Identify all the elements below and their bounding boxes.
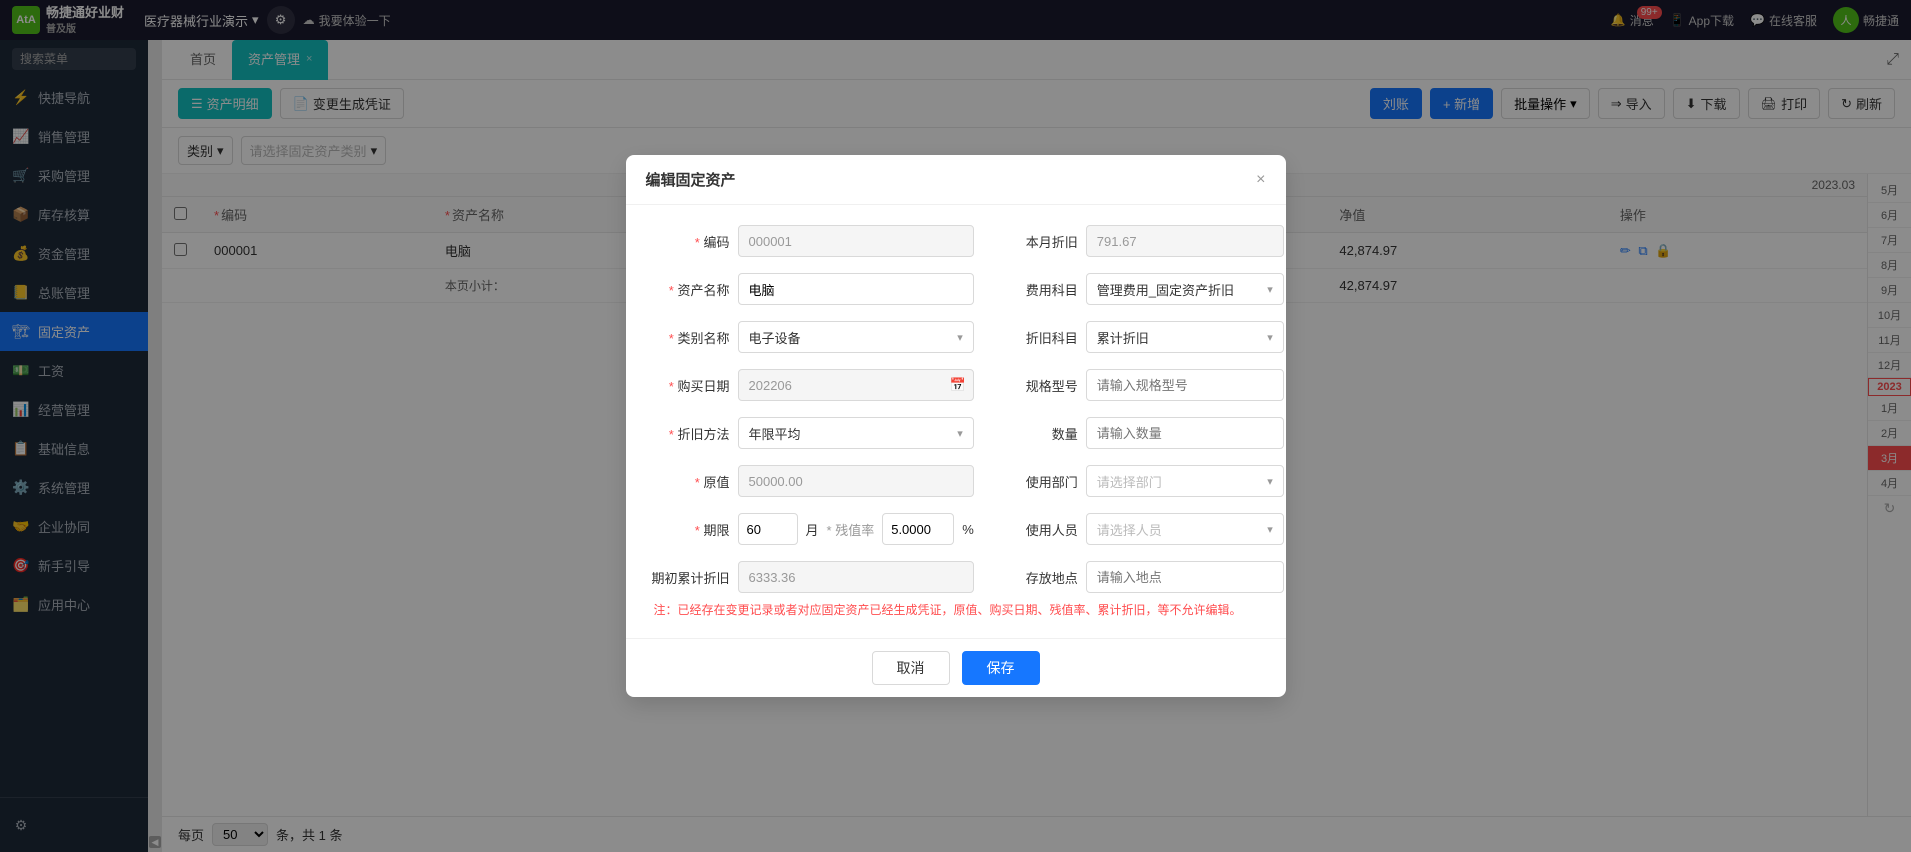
form-item-original-value: * 原值 xyxy=(650,465,974,497)
period-unit: 月 xyxy=(806,520,819,539)
category-chevron-icon: ▾ xyxy=(957,331,963,344)
period-row: 月 * 残值率 % xyxy=(738,513,974,545)
cancel-button[interactable]: 取消 xyxy=(872,651,950,685)
edit-asset-modal: 编辑固定资产 × * 编码 本月折旧 * 资产名称 xyxy=(626,155,1286,697)
form-item-user: 使用人员 请选择人员 ▾ xyxy=(998,513,1284,545)
form-item-purchase-date: * 购买日期 📅 xyxy=(650,369,974,401)
save-button[interactable]: 保存 xyxy=(962,651,1040,685)
residual-rate-unit: % xyxy=(962,522,974,537)
user-chevron-icon: ▾ xyxy=(1267,523,1273,536)
quantity-label: 数量 xyxy=(998,424,1078,443)
spec-input[interactable] xyxy=(1086,369,1284,401)
original-value-label: * 原值 xyxy=(650,472,730,491)
dept-label: 使用部门 xyxy=(998,472,1078,491)
period-input[interactable] xyxy=(738,513,798,545)
dept-placeholder: 请选择部门 xyxy=(1097,472,1162,491)
monthly-dep-label: 本月折旧 xyxy=(998,232,1078,251)
name-label: * 资产名称 xyxy=(650,280,730,299)
calendar-icon[interactable]: 📅 xyxy=(950,377,966,393)
modal-body: * 编码 本月折旧 * 资产名称 费用科目 管理费用_固定资产折旧 ▾ xyxy=(626,205,1286,638)
form-item-code: * 编码 xyxy=(650,225,974,257)
spec-label: 规格型号 xyxy=(998,376,1078,395)
monthly-dep-input xyxy=(1086,225,1284,257)
name-input[interactable] xyxy=(738,273,974,305)
form-item-name: * 资产名称 xyxy=(650,273,974,305)
purchase-date-input[interactable] xyxy=(738,369,974,401)
dept-select[interactable]: 请选择部门 ▾ xyxy=(1086,465,1284,497)
code-label: * 编码 xyxy=(650,232,730,251)
quantity-input[interactable] xyxy=(1086,417,1284,449)
user-placeholder: 请选择人员 xyxy=(1097,520,1162,539)
form-item-dept: 使用部门 请选择部门 ▾ xyxy=(998,465,1284,497)
residual-rate-label: * 残值率 xyxy=(827,520,875,539)
modal-overlay: 编辑固定资产 × * 编码 本月折旧 * 资产名称 xyxy=(0,0,1911,852)
user-select[interactable]: 请选择人员 ▾ xyxy=(1086,513,1284,545)
dep-account-chevron-icon: ▾ xyxy=(1267,331,1273,344)
form-item-init-dep: 期初累计折旧 xyxy=(650,561,974,593)
form-item-dep-method: * 折旧方法 年限平均 ▾ xyxy=(650,417,974,449)
modal-footer: 取消 保存 xyxy=(626,638,1286,697)
form-item-quantity: 数量 xyxy=(998,417,1284,449)
modal-note: 注：已经存在变更记录或者对应固定资产已经生成凭证，原值、购买日期、残值率、累计折… xyxy=(650,601,1262,618)
category-form-label: * 类别名称 xyxy=(650,328,730,347)
expense-chevron-icon: ▾ xyxy=(1267,283,1273,296)
modal-close-button[interactable]: × xyxy=(1256,171,1265,189)
user-label: 使用人员 xyxy=(998,520,1078,539)
category-value: 电子设备 xyxy=(749,328,801,347)
init-dep-label: 期初累计折旧 xyxy=(650,568,730,587)
expense-account-select[interactable]: 管理费用_固定资产折旧 ▾ xyxy=(1086,273,1284,305)
modal-header: 编辑固定资产 × xyxy=(626,155,1286,205)
residual-rate-input[interactable] xyxy=(882,513,954,545)
dep-account-value: 累计折旧 xyxy=(1097,328,1149,347)
location-label: 存放地点 xyxy=(998,568,1078,587)
form-item-period: * 期限 月 * 残值率 % xyxy=(650,513,974,545)
expense-account-label: 费用科目 xyxy=(998,280,1078,299)
dep-method-chevron-icon: ▾ xyxy=(957,427,963,440)
location-input[interactable] xyxy=(1086,561,1284,593)
purchase-date-label: * 购买日期 xyxy=(650,376,730,395)
form-item-spec: 规格型号 xyxy=(998,369,1284,401)
form-item-location: 存放地点 xyxy=(998,561,1284,593)
modal-title: 编辑固定资产 xyxy=(646,169,736,190)
form-item-monthly-dep: 本月折旧 xyxy=(998,225,1284,257)
expense-account-value: 管理费用_固定资产折旧 xyxy=(1097,280,1234,299)
form-item-dep-account: 折旧科目 累计折旧 ▾ xyxy=(998,321,1284,353)
form-item-expense-account: 费用科目 管理费用_固定资产折旧 ▾ xyxy=(998,273,1284,305)
purchase-date-wrap: 📅 xyxy=(738,369,974,401)
form-grid: * 编码 本月折旧 * 资产名称 费用科目 管理费用_固定资产折旧 ▾ xyxy=(650,225,1262,593)
code-input[interactable] xyxy=(738,225,974,257)
period-label: * 期限 xyxy=(650,520,730,539)
dept-chevron-icon: ▾ xyxy=(1267,475,1273,488)
dep-method-label: * 折旧方法 xyxy=(650,424,730,443)
category-select[interactable]: 电子设备 ▾ xyxy=(738,321,974,353)
original-value-input[interactable] xyxy=(738,465,974,497)
dep-method-select[interactable]: 年限平均 ▾ xyxy=(738,417,974,449)
init-dep-input[interactable] xyxy=(738,561,974,593)
form-item-category: * 类别名称 电子设备 ▾ xyxy=(650,321,974,353)
dep-method-value: 年限平均 xyxy=(749,424,801,443)
dep-account-label: 折旧科目 xyxy=(998,328,1078,347)
dep-account-select[interactable]: 累计折旧 ▾ xyxy=(1086,321,1284,353)
